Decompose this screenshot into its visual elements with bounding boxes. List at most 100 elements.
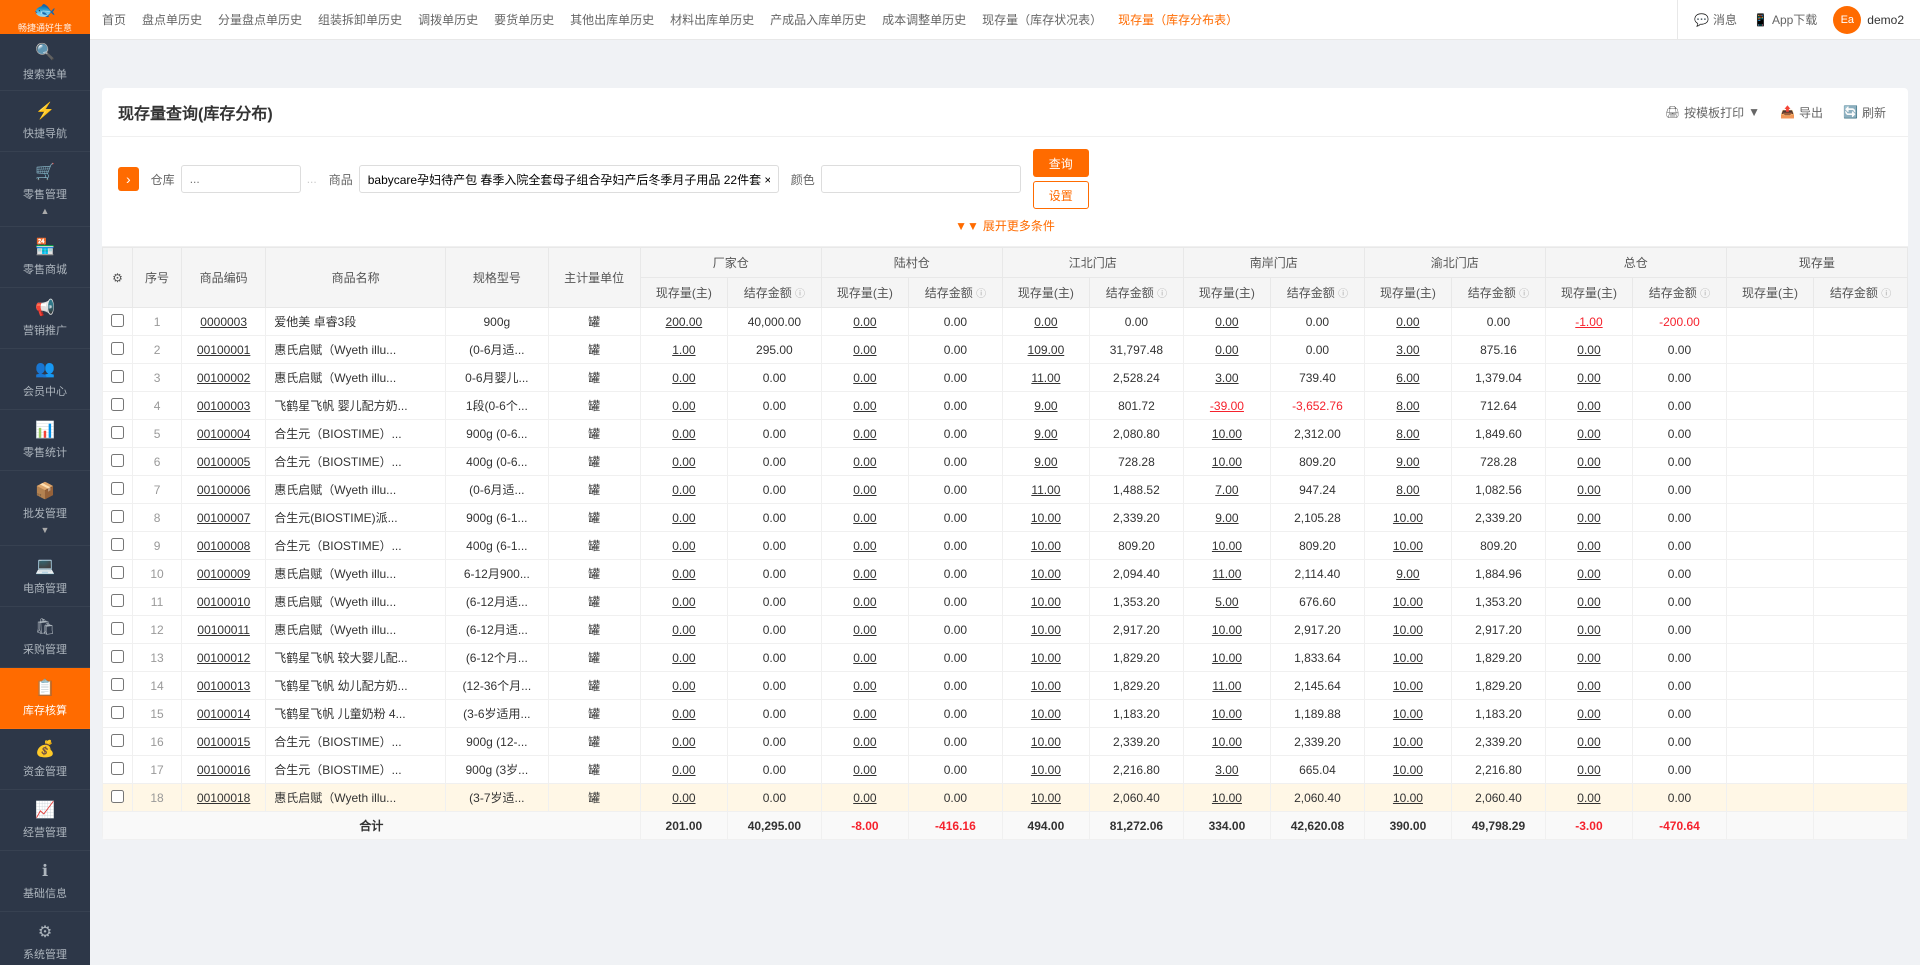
row-checkbox[interactable] [103,364,133,392]
user-info[interactable]: Ea demo2 [1833,6,1904,34]
row-l-stock[interactable]: 0.00 [821,728,908,756]
sidebar-item-retail-stats[interactable]: 📊 零售统计 [0,410,90,471]
row-nb-stock[interactable]: 3.00 [1183,756,1270,784]
nb-balance-info[interactable]: ⓘ [1338,289,1348,300]
row-code[interactable]: 00100008 [182,532,266,560]
sidebar-item-wholesale[interactable]: 📦 批发管理 ▼ [0,471,90,546]
row-select-checkbox[interactable] [111,370,124,383]
sidebar-item-marketing[interactable]: 📢 营销推广 [0,288,90,349]
row-code[interactable]: 00100007 [182,504,266,532]
row-f-stock[interactable]: 0.00 [640,532,727,560]
nav-stock-dist[interactable]: 现存量（库存分布表） [1118,11,1238,28]
row-jb-stock[interactable]: 10.00 [1002,588,1089,616]
row-select-checkbox[interactable] [111,538,124,551]
row-nb-stock[interactable]: 7.00 [1183,476,1270,504]
row-f-stock[interactable]: 0.00 [640,364,727,392]
row-nb-stock[interactable]: 10.00 [1183,700,1270,728]
row-checkbox[interactable] [103,336,133,364]
nav-sub-count[interactable]: 分量盘点单历史 [218,11,302,28]
row-t-stock[interactable]: 0.00 [1545,532,1632,560]
row-checkbox[interactable] [103,784,133,812]
row-t-stock[interactable]: 0.00 [1545,364,1632,392]
expand-conditions[interactable]: ▼▼ 展开更多条件 [118,217,1892,234]
row-jb-stock[interactable]: 9.00 [1002,448,1089,476]
sidebar-item-basic-info[interactable]: ℹ 基础信息 [0,851,90,912]
sidebar-item-search[interactable]: 🔍 搜索英单 [0,34,90,91]
row-jb-stock[interactable]: 9.00 [1002,420,1089,448]
sidebar-item-system[interactable]: ⚙ 系统管理 [0,912,90,965]
row-l-stock[interactable]: 0.00 [821,644,908,672]
row-f-stock[interactable]: 0.00 [640,756,727,784]
row-t-stock[interactable]: 0.00 [1545,784,1632,812]
row-nb-stock[interactable]: 10.00 [1183,448,1270,476]
row-jb-stock[interactable]: 0.00 [1002,308,1089,336]
row-code[interactable]: 00100013 [182,672,266,700]
row-l-stock[interactable]: 0.00 [821,364,908,392]
row-nb-stock[interactable]: 10.00 [1183,616,1270,644]
row-code[interactable]: 00100004 [182,420,266,448]
row-nb-stock[interactable]: 11.00 [1183,672,1270,700]
sidebar-item-ecommerce[interactable]: 💻 电商管理 [0,546,90,607]
sidebar-item-quicknav[interactable]: ⚡ 快捷导航 [0,91,90,152]
row-code[interactable]: 00100016 [182,756,266,784]
row-nb-stock[interactable]: 10.00 [1183,532,1270,560]
row-yb-stock[interactable]: 8.00 [1364,476,1451,504]
row-code[interactable]: 00100002 [182,364,266,392]
row-nb-stock[interactable]: 10.00 [1183,644,1270,672]
row-select-checkbox[interactable] [111,454,124,467]
row-checkbox[interactable] [103,728,133,756]
row-checkbox[interactable] [103,420,133,448]
sidebar-item-purchase[interactable]: 🛍 采购管理 [0,607,90,668]
row-yb-stock[interactable]: 8.00 [1364,392,1451,420]
total-balance-info[interactable]: ⓘ [1700,289,1710,300]
nav-assembly[interactable]: 组装拆卸单历史 [318,11,402,28]
nav-product-in[interactable]: 产成品入库单历史 [770,11,866,28]
row-f-stock[interactable]: 0.00 [640,700,727,728]
row-yb-stock[interactable]: 6.00 [1364,364,1451,392]
row-jb-stock[interactable]: 10.00 [1002,644,1089,672]
row-jb-stock[interactable]: 10.00 [1002,532,1089,560]
sidebar-item-retail-mall[interactable]: 🏪 零售商城 [0,227,90,288]
nav-material-out[interactable]: 材料出库单历史 [670,11,754,28]
row-yb-stock[interactable]: 10.00 [1364,756,1451,784]
row-f-stock[interactable]: 0.00 [640,476,727,504]
sidebar-item-operations[interactable]: 📈 经营管理 [0,790,90,851]
row-checkbox[interactable] [103,700,133,728]
row-checkbox[interactable] [103,588,133,616]
row-jb-stock[interactable]: 11.00 [1002,476,1089,504]
setting-button[interactable]: 设置 [1033,181,1089,209]
yb-balance-info[interactable]: ⓘ [1519,289,1529,300]
app-download-btn[interactable]: 📱 App下载 [1753,11,1817,28]
row-nb-stock[interactable]: 10.00 [1183,728,1270,756]
row-l-stock[interactable]: 0.00 [821,784,908,812]
nav-home[interactable]: 首页 [102,11,126,28]
row-l-stock[interactable]: 0.00 [821,392,908,420]
row-code[interactable]: 00100011 [182,616,266,644]
row-l-stock[interactable]: 0.00 [821,336,908,364]
row-nb-stock[interactable]: 0.00 [1183,336,1270,364]
row-jb-stock[interactable]: 10.00 [1002,728,1089,756]
row-f-stock[interactable]: 0.00 [640,644,727,672]
row-f-stock[interactable]: 0.00 [640,672,727,700]
row-checkbox[interactable] [103,756,133,784]
row-code[interactable]: 00100014 [182,700,266,728]
sidebar-item-retail-mgmt[interactable]: 🛒 零售管理 ▲ [0,152,90,227]
row-jb-stock[interactable]: 11.00 [1002,364,1089,392]
sidebar-item-inventory[interactable]: 📋 库存核算 [0,668,90,729]
row-t-stock[interactable]: 0.00 [1545,728,1632,756]
lu-balance-info[interactable]: ⓘ [976,289,986,300]
row-code[interactable]: 00100009 [182,560,266,588]
row-yb-stock[interactable]: 10.00 [1364,700,1451,728]
print-button[interactable]: 🖨 按模板打印 ▼ [1659,101,1766,124]
row-yb-stock[interactable]: 10.00 [1364,644,1451,672]
row-l-stock[interactable]: 0.00 [821,476,908,504]
row-t-stock[interactable]: 0.00 [1545,588,1632,616]
row-select-checkbox[interactable] [111,706,124,719]
sidebar-item-finance[interactable]: 💰 资金管理 [0,729,90,790]
row-select-checkbox[interactable] [111,566,124,579]
row-f-stock[interactable]: 200.00 [640,308,727,336]
row-nb-stock[interactable]: 0.00 [1183,308,1270,336]
row-l-stock[interactable]: 0.00 [821,700,908,728]
row-t-stock[interactable]: 0.00 [1545,560,1632,588]
row-nb-stock[interactable]: 5.00 [1183,588,1270,616]
